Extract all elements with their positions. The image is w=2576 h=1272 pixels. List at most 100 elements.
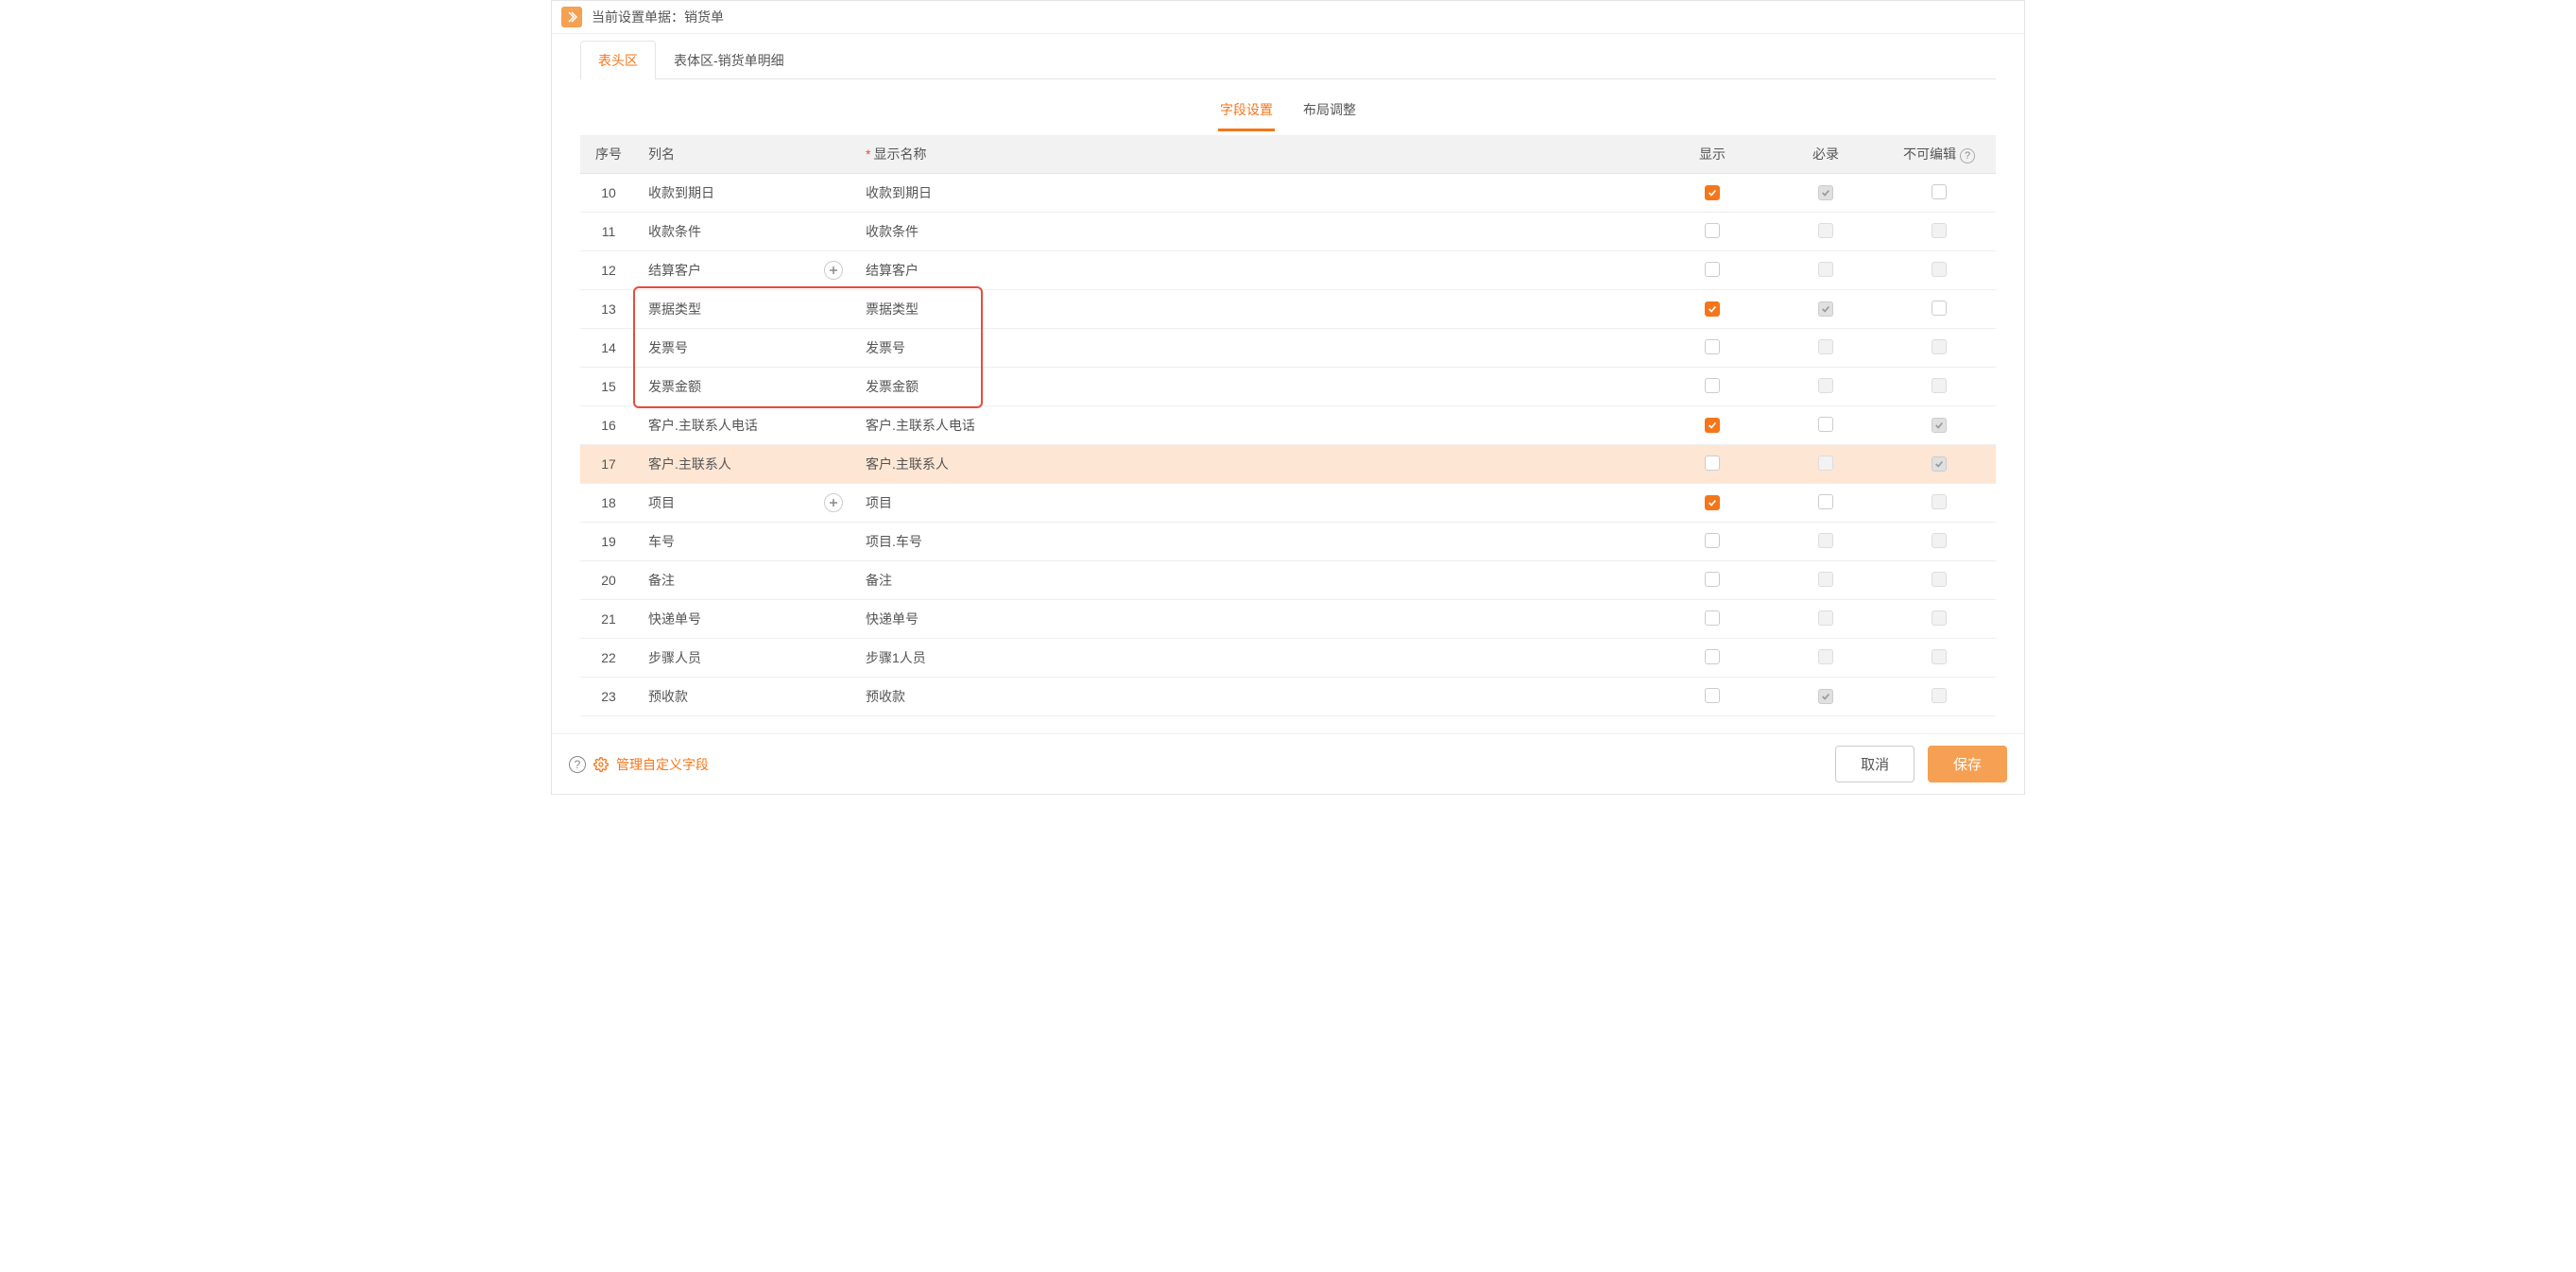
- show-checkbox[interactable]: [1705, 649, 1720, 664]
- sub-tab-0[interactable]: 字段设置: [1218, 95, 1275, 131]
- show-checkbox[interactable]: [1705, 456, 1720, 471]
- show-checkbox[interactable]: [1705, 688, 1720, 703]
- show-checkbox[interactable]: [1705, 418, 1720, 433]
- show-checkbox[interactable]: [1705, 378, 1720, 393]
- manage-custom-fields-link[interactable]: 管理自定义字段: [616, 755, 709, 774]
- row-display-name[interactable]: 发票号: [854, 329, 1656, 368]
- col-seq: 序号: [580, 135, 637, 174]
- help-icon[interactable]: ?: [1960, 148, 1975, 163]
- readonly-checkbox: [1932, 572, 1947, 587]
- readonly-checkbox[interactable]: [1932, 184, 1947, 199]
- show-checkbox[interactable]: [1705, 339, 1720, 354]
- table-row: 16客户.主联系人电话客户.主联系人电话: [580, 406, 1996, 445]
- row-display-name[interactable]: 收款条件: [854, 213, 1656, 251]
- row-name: 收款到期日: [637, 174, 854, 213]
- row-name: 票据类型: [637, 290, 854, 329]
- readonly-checkbox: [1932, 610, 1947, 626]
- sub-tab-1[interactable]: 布局调整: [1301, 95, 1358, 131]
- required-checkbox: [1818, 456, 1833, 471]
- col-display: *显示名称: [854, 135, 1656, 174]
- readonly-checkbox: [1932, 378, 1947, 393]
- table-row: 14发票号发票号: [580, 329, 1996, 368]
- table-row: 13票据类型票据类型: [580, 290, 1996, 329]
- row-name: 结算客户: [637, 251, 854, 290]
- required-checkbox: [1818, 689, 1833, 704]
- row-seq: 20: [580, 561, 637, 600]
- readonly-checkbox: [1932, 339, 1947, 354]
- row-display-name[interactable]: 票据类型: [854, 290, 1656, 329]
- readonly-checkbox: [1932, 456, 1947, 472]
- row-display-name[interactable]: 结算客户: [854, 251, 1656, 290]
- footer-help-icon[interactable]: ?: [569, 756, 586, 773]
- table-row: 19车号项目.车号: [580, 523, 1996, 561]
- required-checkbox: [1818, 185, 1833, 200]
- row-name: 收款条件: [637, 213, 854, 251]
- row-name: 发票号: [637, 329, 854, 368]
- show-checkbox[interactable]: [1705, 533, 1720, 548]
- readonly-checkbox: [1932, 533, 1947, 548]
- required-checkbox: [1818, 262, 1833, 277]
- row-seq: 22: [580, 639, 637, 678]
- table-row: 18项目项目: [580, 484, 1996, 523]
- show-checkbox[interactable]: [1705, 262, 1720, 277]
- row-seq: 15: [580, 368, 637, 406]
- row-display-name[interactable]: 收款到期日: [854, 174, 1656, 213]
- row-display-name[interactable]: 备注: [854, 561, 1656, 600]
- row-display-name[interactable]: 预收款: [854, 678, 1656, 716]
- cancel-button[interactable]: 取消: [1835, 746, 1915, 782]
- row-display-name[interactable]: 快递单号: [854, 600, 1656, 639]
- footer: ? 管理自定义字段 取消 保存: [552, 733, 2024, 794]
- row-name: 发票金额: [637, 368, 854, 406]
- table-row: 15发票金额发票金额: [580, 368, 1996, 406]
- show-checkbox[interactable]: [1705, 495, 1720, 510]
- save-button[interactable]: 保存: [1928, 746, 2007, 782]
- row-display-name[interactable]: 项目: [854, 484, 1656, 523]
- expand-sidebar-button[interactable]: [561, 7, 582, 27]
- row-display-name[interactable]: 客户.主联系人电话: [854, 406, 1656, 445]
- col-required: 必录: [1769, 135, 1882, 174]
- show-checkbox[interactable]: [1705, 610, 1720, 626]
- show-checkbox[interactable]: [1705, 185, 1720, 200]
- row-seq: 10: [580, 174, 637, 213]
- row-seq: 21: [580, 600, 637, 639]
- row-seq: 18: [580, 484, 637, 523]
- required-checkbox: [1818, 223, 1833, 238]
- row-name: 步骤人员: [637, 639, 854, 678]
- row-name: 车号: [637, 523, 854, 561]
- row-display-name[interactable]: 客户.主联系人: [854, 445, 1656, 484]
- readonly-checkbox: [1932, 494, 1947, 509]
- row-name: 预收款: [637, 678, 854, 716]
- required-checkbox: [1818, 301, 1833, 317]
- row-display-name[interactable]: 步骤1人员: [854, 639, 1656, 678]
- row-display-name[interactable]: 项目.车号: [854, 523, 1656, 561]
- table-row: 21快递单号快递单号: [580, 600, 1996, 639]
- readonly-checkbox[interactable]: [1932, 301, 1947, 316]
- row-seq: 16: [580, 406, 637, 445]
- main-tab-0[interactable]: 表头区: [580, 41, 656, 79]
- add-child-button[interactable]: [824, 493, 843, 512]
- show-checkbox[interactable]: [1705, 223, 1720, 238]
- required-checkbox[interactable]: [1818, 417, 1833, 432]
- required-checkbox: [1818, 649, 1833, 664]
- readonly-checkbox: [1932, 688, 1947, 703]
- show-checkbox[interactable]: [1705, 301, 1720, 317]
- required-checkbox: [1818, 339, 1833, 354]
- row-seq: 12: [580, 251, 637, 290]
- required-checkbox[interactable]: [1818, 494, 1833, 509]
- row-seq: 14: [580, 329, 637, 368]
- add-child-button[interactable]: [824, 261, 843, 280]
- main-tabs: 表头区表体区-销货单明细: [580, 40, 1996, 79]
- fields-table: 序号 列名 *显示名称 显示 必录 不可编辑? 10收款到期日收款到期日11收款…: [580, 135, 1996, 716]
- show-checkbox[interactable]: [1705, 572, 1720, 587]
- row-name: 项目: [637, 484, 854, 523]
- row-name: 快递单号: [637, 600, 854, 639]
- header-bar: 当前设置单据： 销货单: [552, 1, 2024, 34]
- table-row: 17客户.主联系人客户.主联系人: [580, 445, 1996, 484]
- row-display-name[interactable]: 发票金额: [854, 368, 1656, 406]
- readonly-checkbox: [1932, 418, 1947, 433]
- main-tab-1[interactable]: 表体区-销货单明细: [656, 41, 802, 79]
- row-name: 客户.主联系人电话: [637, 406, 854, 445]
- table-row: 10收款到期日收款到期日: [580, 174, 1996, 213]
- row-seq: 17: [580, 445, 637, 484]
- header-title-name: 销货单: [684, 8, 724, 26]
